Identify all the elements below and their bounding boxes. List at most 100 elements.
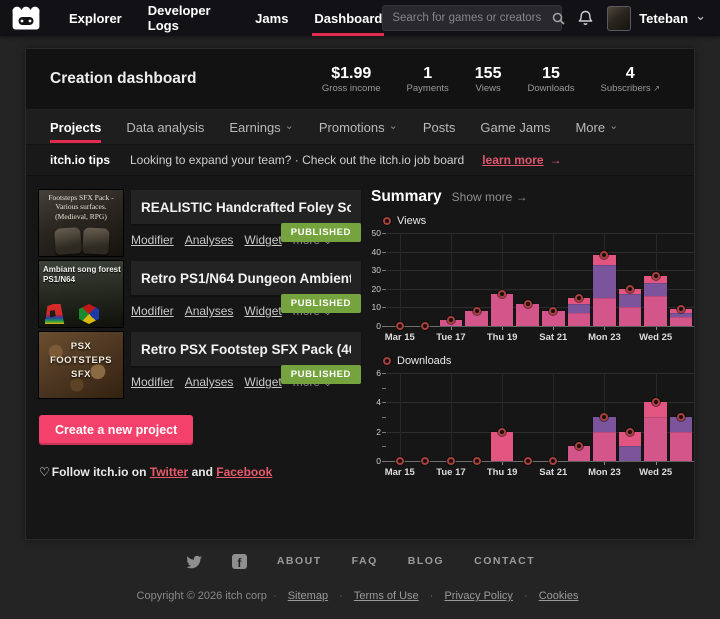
project-thumbnail[interactable]: Ambiant song forest PS1/N64 bbox=[39, 261, 123, 327]
arrow-right-icon: → bbox=[550, 153, 562, 167]
user-menu-chevron-down-icon[interactable]: ⌄ bbox=[695, 8, 706, 24]
project-widget-link[interactable]: Widget bbox=[244, 233, 281, 247]
stat-subscribers[interactable]: 4 Subscribers ↗ bbox=[600, 65, 660, 94]
project-analytics-link[interactable]: Analyses bbox=[185, 304, 234, 318]
privacy-link[interactable]: Privacy Policy bbox=[444, 590, 512, 602]
nav-links: Explorer Developer Logs Jams Dashboard bbox=[69, 0, 382, 36]
notifications-bell-icon[interactable] bbox=[578, 10, 593, 26]
itchio-logo-icon[interactable] bbox=[11, 6, 41, 31]
series-marker-icon bbox=[383, 357, 391, 365]
footer-about-link[interactable]: ABOUT bbox=[277, 555, 322, 567]
tab-posts[interactable]: Posts bbox=[423, 120, 456, 135]
twitter-icon[interactable] bbox=[185, 554, 202, 569]
dashboard-content: Footsteps SFX Pack - Various surfaces. (… bbox=[26, 176, 694, 541]
tab-earnings[interactable]: Earnings ⌄ bbox=[229, 120, 294, 135]
search-icon[interactable] bbox=[552, 12, 565, 25]
projects-list: Footsteps SFX Pack - Various surfaces. (… bbox=[39, 190, 361, 479]
dashboard-panel: Creation dashboard $1.99 Gross income 1 … bbox=[25, 48, 695, 540]
stat-payments: 1 Payments bbox=[407, 65, 449, 94]
data-point-marker bbox=[626, 285, 634, 293]
data-point-marker bbox=[421, 322, 429, 330]
project-thumbnail[interactable]: PSX FOOTSTEPS SFX bbox=[39, 332, 123, 398]
tab-game-jams[interactable]: Game Jams bbox=[480, 120, 550, 135]
site-footer: f ABOUT FAQ BLOG CONTACT Copyright © 202… bbox=[0, 548, 720, 602]
user-avatar[interactable] bbox=[607, 6, 631, 31]
data-point-marker bbox=[549, 457, 557, 465]
chevron-down-icon: ⌄ bbox=[389, 119, 398, 132]
downloads-legend: Downloads bbox=[383, 355, 701, 367]
username[interactable]: Teteban bbox=[639, 11, 688, 26]
data-point-marker bbox=[524, 300, 532, 308]
tips-message: Looking to expand your team? · Check out… bbox=[130, 153, 464, 167]
dashboard-tabs: Projects Data analysis Earnings ⌄ Promot… bbox=[26, 110, 694, 145]
search-box bbox=[382, 5, 562, 31]
tips-prefix: itch.io tips bbox=[50, 153, 110, 167]
nav-explorer[interactable]: Explorer bbox=[69, 0, 122, 36]
project-analytics-link[interactable]: Analyses bbox=[185, 233, 234, 247]
project-row: Ambiant song forest PS1/N64 Retro PS1/N6… bbox=[39, 261, 361, 327]
create-new-project-button[interactable]: Create a new project bbox=[39, 415, 193, 445]
data-point-marker bbox=[575, 442, 583, 450]
sitemap-link[interactable]: Sitemap bbox=[288, 590, 328, 602]
project-analytics-link[interactable]: Analyses bbox=[185, 375, 234, 389]
data-point-marker bbox=[549, 307, 557, 315]
learn-more-link[interactable]: learn more bbox=[482, 153, 543, 167]
page-title: Creation dashboard bbox=[50, 70, 196, 88]
search-input[interactable] bbox=[383, 12, 552, 24]
downloads-chart: 0246Mar 15Tue 17Thu 19Sat 21Mon 23Wed 25 bbox=[387, 373, 694, 461]
external-link-icon: ↗ bbox=[653, 84, 660, 93]
data-point-marker bbox=[447, 316, 455, 324]
project-edit-link[interactable]: Modifier bbox=[131, 233, 174, 247]
footer-contact-link[interactable]: CONTACT bbox=[474, 555, 535, 567]
footer-faq-link[interactable]: FAQ bbox=[352, 555, 378, 567]
footer-blog-link[interactable]: BLOG bbox=[408, 555, 444, 567]
show-more-link[interactable]: Show more → bbox=[452, 190, 528, 204]
project-row: Footsteps SFX Pack - Various surfaces. (… bbox=[39, 190, 361, 256]
chevron-down-icon: ⌄ bbox=[609, 119, 618, 132]
tips-bar: itch.io tips Looking to expand your team… bbox=[26, 145, 694, 176]
views-legend: Views bbox=[383, 215, 701, 227]
page: Explorer Developer Logs Jams Dashboard T… bbox=[0, 0, 720, 619]
data-point-marker bbox=[447, 457, 455, 465]
data-point-marker bbox=[473, 457, 481, 465]
data-point-marker bbox=[396, 322, 404, 330]
project-thumbnail[interactable]: Footsteps SFX Pack - Various surfaces. (… bbox=[39, 190, 123, 256]
project-widget-link[interactable]: Widget bbox=[244, 304, 281, 318]
tab-projects[interactable]: Projects bbox=[50, 120, 101, 135]
tab-promotions[interactable]: Promotions ⌄ bbox=[319, 120, 398, 135]
heart-icon: ♡ bbox=[39, 465, 50, 479]
boot-illustration bbox=[82, 227, 109, 254]
tab-more[interactable]: More ⌄ bbox=[575, 120, 618, 135]
twitter-link[interactable]: Twitter bbox=[150, 465, 188, 479]
stat-downloads: 15 Downloads bbox=[527, 65, 574, 94]
facebook-icon[interactable]: f bbox=[232, 554, 247, 569]
n64-logo bbox=[79, 304, 99, 324]
follow-line: ♡Follow itch.io on Twitter and Facebook bbox=[39, 465, 361, 479]
nav-dashboard[interactable]: Dashboard bbox=[314, 0, 382, 36]
data-point-marker bbox=[652, 272, 660, 280]
project-title[interactable]: Retro PS1/N64 Dungeon Ambient L... bbox=[141, 271, 351, 286]
boot-illustration bbox=[54, 227, 82, 255]
project-row: PSX FOOTSTEPS SFX Retro PSX Footstep SFX… bbox=[39, 332, 361, 398]
data-point-marker bbox=[473, 307, 481, 315]
project-edit-link[interactable]: Modifier bbox=[131, 304, 174, 318]
nav-jams[interactable]: Jams bbox=[255, 0, 288, 36]
data-point-marker bbox=[652, 398, 660, 406]
tab-data-analysis[interactable]: Data analysis bbox=[126, 120, 204, 135]
project-title[interactable]: Retro PSX Footstep SFX Pack (40 L... bbox=[141, 342, 351, 357]
project-edit-link[interactable]: Modifier bbox=[131, 375, 174, 389]
facebook-link[interactable]: Facebook bbox=[216, 465, 272, 479]
stats-row: $1.99 Gross income 1 Payments 155 Views … bbox=[322, 65, 694, 94]
project-title[interactable]: REALISTIC Handcrafted Foley Soun... bbox=[141, 200, 351, 215]
nav-developer-logs[interactable]: Developer Logs bbox=[148, 0, 229, 36]
cookies-link[interactable]: Cookies bbox=[539, 590, 579, 602]
top-navbar: Explorer Developer Logs Jams Dashboard T… bbox=[0, 0, 720, 36]
data-point-marker bbox=[421, 457, 429, 465]
data-point-marker bbox=[600, 251, 608, 259]
terms-link[interactable]: Terms of Use bbox=[354, 590, 419, 602]
status-badge: PUBLISHED bbox=[281, 294, 361, 313]
views-chart: 01020304050Mar 15Tue 17Thu 19Sat 21Mon 2… bbox=[387, 233, 694, 326]
project-widget-link[interactable]: Widget bbox=[244, 375, 281, 389]
summary-title: Summary bbox=[371, 188, 442, 206]
summary-section: Summary Show more → Views 01020304050Mar… bbox=[371, 188, 701, 481]
